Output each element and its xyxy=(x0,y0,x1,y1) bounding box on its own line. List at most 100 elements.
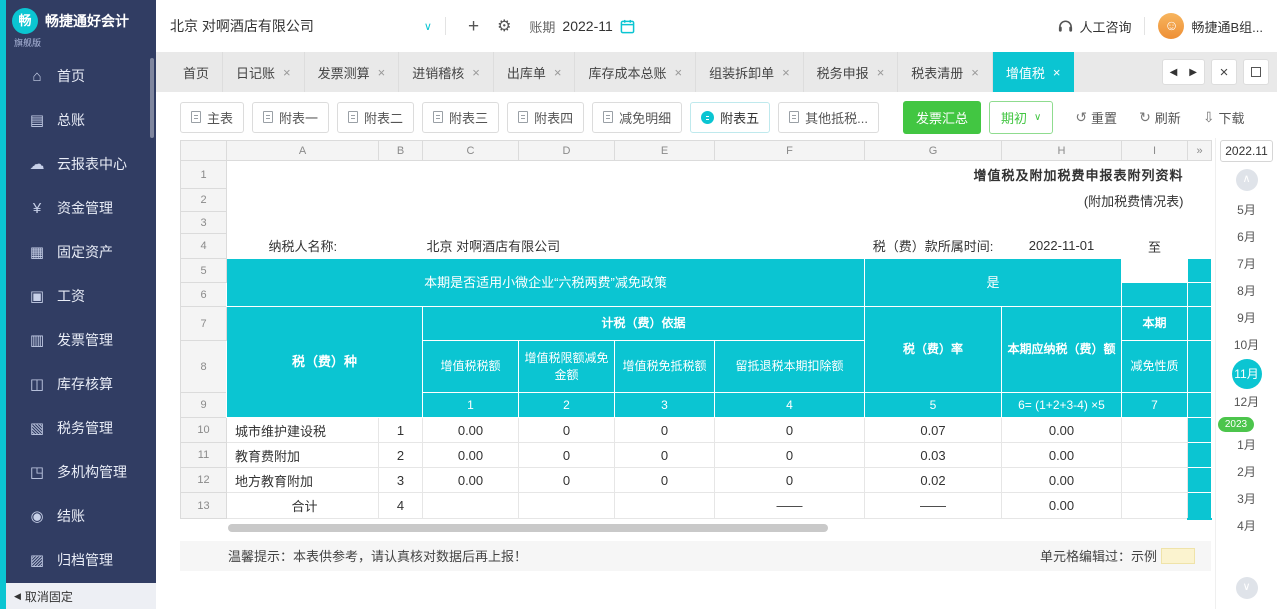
cell-row10-name[interactable]: 城市维护建设税 xyxy=(226,417,379,443)
close-icon[interactable]: × xyxy=(971,65,979,80)
cell-row10-e[interactable]: 0 xyxy=(614,417,715,443)
add-icon[interactable]: + xyxy=(468,17,479,36)
row-header-7[interactable]: 7 xyxy=(180,306,227,341)
subtab-schedule-5-active[interactable]: 附表五 xyxy=(690,101,771,133)
month-item-november-selected[interactable]: 11月 xyxy=(1231,359,1262,389)
scroll-tabs-right-icon[interactable]: ▶ xyxy=(1189,67,1197,78)
cell-row13-f[interactable]: —— xyxy=(714,492,865,519)
horizontal-scrollbar[interactable] xyxy=(180,523,1211,533)
close-icon[interactable]: × xyxy=(877,65,885,80)
sidebar-item-invoices[interactable]: ▥ 发票管理 xyxy=(6,318,156,362)
cell-idx-4[interactable]: 4 xyxy=(714,392,865,418)
cell-hdr-rate[interactable]: 税（费）率 xyxy=(864,306,1002,393)
subtab-other-deduction[interactable]: 其他抵税... xyxy=(778,101,879,133)
cell-i5[interactable] xyxy=(1121,258,1188,283)
scroll-tabs-left-icon[interactable]: ◀ xyxy=(1170,67,1178,78)
row-header-5[interactable]: 5 xyxy=(180,258,227,283)
month-item-march[interactable]: 3月 xyxy=(1216,486,1277,513)
close-icon[interactable]: × xyxy=(554,65,562,80)
avatar[interactable]: ☺ xyxy=(1158,13,1185,39)
tab-tax-register[interactable]: 税表清册 × xyxy=(898,52,993,92)
row-header-6[interactable]: 6 xyxy=(180,282,227,307)
user-name[interactable]: 畅捷通B组... xyxy=(1191,17,1263,36)
cell-empty-row[interactable] xyxy=(226,211,1188,234)
tab-outbound[interactable]: 出库单 × xyxy=(494,52,576,92)
subtab-schedule-3[interactable]: 附表三 xyxy=(422,101,500,133)
sheet-corner[interactable] xyxy=(180,140,227,161)
month-item-april[interactable]: 4月 xyxy=(1216,513,1277,540)
subtab-schedule-2[interactable]: 附表二 xyxy=(337,101,415,133)
subtab-relief-detail[interactable]: 减免明细 xyxy=(592,101,683,133)
cell-taxpayer-label[interactable]: 纳税人名称: xyxy=(226,233,379,259)
cell-row10-d[interactable]: 0 xyxy=(518,417,615,443)
col-header-f[interactable]: F xyxy=(714,140,865,161)
cell-row12-d[interactable]: 0 xyxy=(518,467,615,493)
reset-button[interactable]: ↺ 重置 xyxy=(1075,108,1117,127)
month-item-september[interactable]: 9月 xyxy=(1216,305,1277,332)
month-item-may[interactable]: 5月 xyxy=(1216,197,1277,224)
cell-row11-g[interactable]: 0.03 xyxy=(864,442,1002,468)
cell-hdr-current[interactable]: 本期 xyxy=(1121,306,1188,341)
cell-row11-no[interactable]: 2 xyxy=(378,442,423,468)
cell-row10-f[interactable]: 0 xyxy=(714,417,865,443)
cell-period-from[interactable]: 2022-11-01 xyxy=(1001,233,1122,259)
close-icon[interactable]: × xyxy=(782,65,790,80)
current-period-box[interactable]: 2022.11 xyxy=(1220,140,1273,162)
cell-row10-no[interactable]: 1 xyxy=(378,417,423,443)
cell-taxpayer-value[interactable]: 北京 对啊酒店有限公司 xyxy=(422,233,615,259)
cell-idx-3[interactable]: 3 xyxy=(614,392,715,418)
col-header-b[interactable]: B xyxy=(378,140,423,161)
cell-idx-1[interactable]: 1 xyxy=(422,392,519,418)
invoice-summary-button[interactable]: 发票汇总 xyxy=(902,100,981,134)
cell-idx-2[interactable]: 2 xyxy=(518,392,615,418)
close-icon[interactable]: × xyxy=(378,65,386,80)
cell-row11-d[interactable]: 0 xyxy=(518,442,615,468)
cell-row12-f[interactable]: 0 xyxy=(714,467,865,493)
sidebar-item-general-ledger[interactable]: ▤ 总账 xyxy=(6,98,156,142)
sidebar-item-home[interactable]: ⌂ 首页 xyxy=(6,54,156,98)
cell-i6[interactable] xyxy=(1121,282,1188,307)
cell-idx-6[interactable]: 6= (1+2+3-4) ×5 xyxy=(1001,392,1122,418)
consult-link[interactable]: 人工咨询 xyxy=(1079,17,1131,36)
cell-row12-h[interactable]: 0.00 xyxy=(1001,467,1122,493)
month-item-july[interactable]: 7月 xyxy=(1216,251,1277,278)
cell-hdr-vat-limit-relief[interactable]: 增值税限额减免金额 xyxy=(518,340,615,393)
row-header-10[interactable]: 10 xyxy=(180,417,227,443)
tab-assembly[interactable]: 组装拆卸单 × xyxy=(696,52,804,92)
fullscreen-button[interactable] xyxy=(1243,59,1269,85)
cell-hdr-vat-amount[interactable]: 增值税税额 xyxy=(422,340,519,393)
cell-row12-g[interactable]: 0.02 xyxy=(864,467,1002,493)
row-header-3[interactable]: 3 xyxy=(180,211,227,234)
close-all-tabs-button[interactable]: × xyxy=(1211,59,1237,85)
subtab-schedule-1[interactable]: 附表一 xyxy=(252,101,330,133)
cell-row11-h[interactable]: 0.00 xyxy=(1001,442,1122,468)
close-icon[interactable]: × xyxy=(1053,65,1061,80)
refresh-button[interactable]: ↻ 刷新 xyxy=(1139,108,1181,127)
tab-inventory-cost-ledger[interactable]: 库存成本总账 × xyxy=(575,52,697,92)
cell-report-subtitle[interactable]: (附加税费情况表) xyxy=(226,188,1188,212)
month-item-december[interactable]: 12月 xyxy=(1216,389,1277,416)
cell-row11-name[interactable]: 教育费附加 xyxy=(226,442,379,468)
cell-idx-7[interactable]: 7 xyxy=(1121,392,1188,418)
col-header-g[interactable]: G xyxy=(864,140,1002,161)
tab-tax-filing[interactable]: 税务申报 × xyxy=(804,52,899,92)
subtab-schedule-4[interactable]: 附表四 xyxy=(507,101,585,133)
unpin-sidebar-button[interactable]: ◀ 取消固定 xyxy=(6,583,156,609)
cell-row13-i[interactable] xyxy=(1121,492,1188,519)
sidebar-item-fixed-assets[interactable]: ▦ 固定资产 xyxy=(6,230,156,274)
cell-hdr-retained-refund[interactable]: 留抵退税本期扣除额 xyxy=(714,340,865,393)
row-header-2[interactable]: 2 xyxy=(180,188,227,212)
month-item-january[interactable]: 1月 xyxy=(1216,432,1277,459)
period-value[interactable]: 2022-11 xyxy=(562,18,612,34)
col-header-a[interactable]: A xyxy=(226,140,379,161)
cell-row13-e[interactable] xyxy=(614,492,715,519)
cell-row11-f[interactable]: 0 xyxy=(714,442,865,468)
col-header-d[interactable]: D xyxy=(518,140,615,161)
cell-period-to[interactable]: 至 xyxy=(1121,233,1188,259)
sidebar-item-archive[interactable]: ▨ 归档管理 xyxy=(6,538,156,582)
tab-home[interactable]: 首页 xyxy=(170,52,224,92)
col-header-c[interactable]: C xyxy=(422,140,519,161)
tab-journal[interactable]: 日记账 × xyxy=(223,52,305,92)
cell-row12-no[interactable]: 3 xyxy=(378,467,423,493)
tab-purchase-audit[interactable]: 进销稽核 × xyxy=(399,52,494,92)
